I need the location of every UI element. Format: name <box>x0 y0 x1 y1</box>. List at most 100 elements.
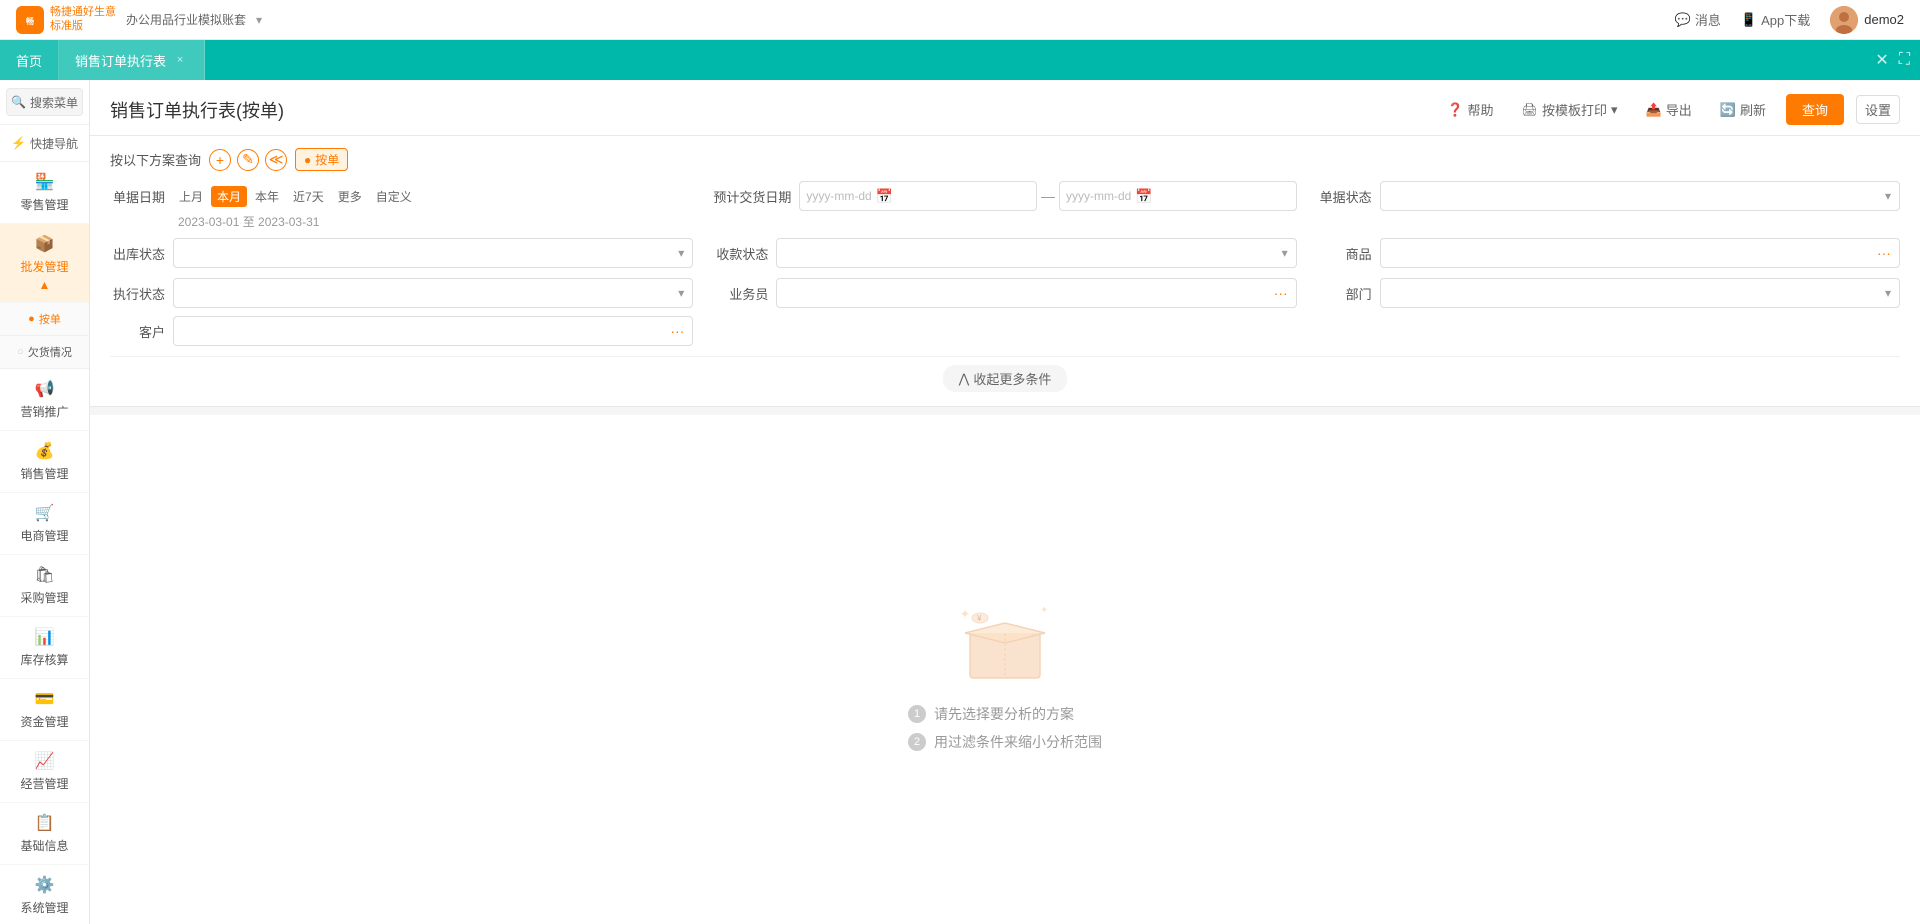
export-btn[interactable]: 📤 导出 <box>1638 96 1700 123</box>
sidebar-search-btn[interactable]: 🔍 搜索菜单 <box>6 88 83 116</box>
exec-status-select[interactable]: ▾ <box>173 278 693 308</box>
svg-text:¥: ¥ <box>976 614 982 623</box>
sidebar-item-retail[interactable]: 🏪 零售管理 <box>0 162 89 224</box>
sidebar-sub-debt[interactable]: ○ 欠货情况 <box>0 336 89 369</box>
sidebar-item-system[interactable]: ⚙️ 系统管理 <box>0 865 89 924</box>
wholesale-icon: 📦 <box>35 234 55 254</box>
filter-collapse-bar: ⋀ 收起更多条件 <box>110 356 1900 394</box>
query-btn[interactable]: 查询 <box>1786 94 1844 125</box>
period-last-month[interactable]: 上月 <box>173 186 209 207</box>
app-download-nav[interactable]: 📱 App下载 <box>1741 10 1810 29</box>
page-header: 销售订单执行表(按单) ❓ 帮助 🖨 按模板打印 ▾ 📤 导出 🔄 刷新 <box>90 80 1920 136</box>
calendar-start-icon[interactable]: 📅 <box>876 188 893 205</box>
message-nav[interactable]: 💬 消息 <box>1675 10 1721 29</box>
tab-close-all-btn[interactable]: ✕ <box>1875 50 1888 70</box>
ship-status-select[interactable]: ▾ <box>173 238 693 268</box>
message-label: 消息 <box>1695 10 1721 29</box>
salesperson-input[interactable]: ··· <box>776 278 1296 308</box>
main-layout: 🔍 搜索菜单 ⚡ 快捷导航 🏪 零售管理 📦 批发管理 ▲ ● 按单 ○ <box>0 80 1920 924</box>
period-this-year[interactable]: 本年 <box>249 186 285 207</box>
empty-box-illustration: ✦ ✦ ✦ ¥ <box>945 588 1065 688</box>
collapse-scheme-btn[interactable]: ≪ <box>265 149 287 171</box>
empty-tip-1-text: 请先选择要分析的方案 <box>934 704 1074 724</box>
status-dropdown-icon: ▾ <box>1885 189 1891 203</box>
status-select[interactable]: ▾ <box>1380 181 1900 211</box>
avatar <box>1830 6 1858 34</box>
date-separator: — <box>1041 188 1055 204</box>
period-custom[interactable]: 自定义 <box>370 186 418 207</box>
active-scheme-item[interactable]: ● 按单 <box>295 148 348 171</box>
tab-close-icon[interactable]: × <box>172 52 188 68</box>
print-btn[interactable]: 🖨 按模板打印 ▾ <box>1514 96 1626 123</box>
sidebar-item-inventory[interactable]: 📊 库存核算 <box>0 617 89 679</box>
operation-icon: 📈 <box>35 751 55 771</box>
date-label: 单据日期 <box>110 187 165 206</box>
refresh-btn[interactable]: 🔄 刷新 <box>1712 96 1774 123</box>
header-left: 畅 畅捷通好生意 标准版 办公用品行业模拟账套 ▾ <box>16 6 262 34</box>
expected-date-start[interactable]: yyyy-mm-dd 📅 <box>799 181 1037 211</box>
sidebar-item-inventory-label: 库存核算 <box>20 651 68 668</box>
sidebar-item-basic-label: 基础信息 <box>20 837 68 854</box>
help-btn[interactable]: ❓ 帮助 <box>1439 96 1501 123</box>
calendar-end-icon[interactable]: 📅 <box>1135 188 1152 205</box>
product-more-icon[interactable]: ··· <box>1877 245 1891 261</box>
sidebar-item-sales[interactable]: 💰 销售管理 <box>0 431 89 493</box>
user-area[interactable]: demo2 <box>1830 6 1904 34</box>
filter-grid: 单据日期 上月 本月 本年 近7天 更多 自定义 预计交货日期 <box>110 181 1900 211</box>
sidebar-item-operation[interactable]: 📈 经营管理 <box>0 741 89 803</box>
sidebar-item-basic[interactable]: 📋 基础信息 <box>0 803 89 865</box>
ship-status-filter-row: 出库状态 ▾ <box>110 238 693 268</box>
sidebar-quick-nav-btn[interactable]: ⚡ 快捷导航 <box>6 129 83 157</box>
sidebar-item-finance-label: 资金管理 <box>20 713 68 730</box>
department-select[interactable]: ▾ <box>1380 278 1900 308</box>
add-scheme-btn[interactable]: + <box>209 149 231 171</box>
customer-input[interactable]: ··· <box>173 316 693 346</box>
sidebar-item-ecommerce[interactable]: 🛒 电商管理 <box>0 493 89 555</box>
salesperson-more-icon[interactable]: ··· <box>1274 285 1288 301</box>
filter-collapse-label: 收起更多条件 <box>973 369 1051 388</box>
sidebar-sub-order[interactable]: ● 按单 <box>0 303 89 336</box>
content-area: 销售订单执行表(按单) ❓ 帮助 🖨 按模板打印 ▾ 📤 导出 🔄 刷新 <box>90 80 1920 924</box>
sidebar-item-purchase[interactable]: 🛍 采购管理 <box>0 555 89 617</box>
tab-home-label: 首页 <box>16 51 42 70</box>
empty-tip-2-text: 用过滤条件来缩小分析范围 <box>934 732 1102 752</box>
breadcrumb: 办公用品行业模拟账套 <box>126 11 246 28</box>
expected-date-end[interactable]: yyyy-mm-dd 📅 <box>1059 181 1297 211</box>
salesperson-filter-row: 业务员 ··· <box>713 278 1296 308</box>
quick-nav-icon: ⚡ <box>11 136 26 150</box>
sidebar-item-wholesale-label: 批发管理 <box>20 258 68 275</box>
user-name: demo2 <box>1864 12 1904 27</box>
expected-date-label: 预计交货日期 <box>713 187 791 206</box>
active-scheme-label: 按单 <box>315 151 339 168</box>
customer-more-icon[interactable]: ··· <box>670 323 684 339</box>
edit-scheme-btn[interactable]: ✎ <box>237 149 259 171</box>
sidebar-item-finance[interactable]: 💳 资金管理 <box>0 679 89 741</box>
period-this-month[interactable]: 本月 <box>211 186 247 207</box>
payment-status-dropdown-icon: ▾ <box>1282 246 1288 260</box>
settings-btn[interactable]: 设置 <box>1856 95 1900 124</box>
sidebar-quick-nav-label: 快捷导航 <box>30 135 78 152</box>
payment-status-label: 收款状态 <box>713 244 768 263</box>
product-input[interactable]: ··· <box>1380 238 1900 268</box>
payment-status-select[interactable]: ▾ <box>776 238 1296 268</box>
sidebar-sub-order-label: 按单 <box>39 311 61 327</box>
tab-home[interactable]: 首页 <box>0 40 59 80</box>
filter-grid-4: 客户 ··· <box>110 316 1900 346</box>
svg-text:✦: ✦ <box>960 607 970 621</box>
period-7days[interactable]: 近7天 <box>287 186 330 207</box>
empty-tips: 1 请先选择要分析的方案 2 用过滤条件来缩小分析范围 <box>908 704 1102 752</box>
exec-status-label: 执行状态 <box>110 284 165 303</box>
sidebar-item-marketing[interactable]: 📢 营销推广 <box>0 369 89 431</box>
svg-text:✦: ✦ <box>1030 631 1037 640</box>
svg-text:畅: 畅 <box>26 16 34 26</box>
empty-state: ✦ ✦ ✦ ¥ 1 请先选择要分析的方案 2 用过滤条件来缩小分析范围 <box>908 588 1102 752</box>
tab-expand-btn[interactable]: ⛶ <box>1899 51 1910 69</box>
order-dot-icon: ● <box>28 313 35 325</box>
logo-area[interactable]: 畅 畅捷通好生意 标准版 <box>16 6 116 34</box>
empty-tip-1: 1 请先选择要分析的方案 <box>908 704 1102 724</box>
tab-sales-order[interactable]: 销售订单执行表 × <box>59 40 205 80</box>
breadcrumb-dropdown-icon[interactable]: ▾ <box>256 13 262 27</box>
sidebar-item-wholesale[interactable]: 📦 批发管理 ▲ <box>0 224 89 303</box>
period-more[interactable]: 更多 <box>332 186 368 207</box>
filter-collapse-btn[interactable]: ⋀ 收起更多条件 <box>943 365 1068 392</box>
